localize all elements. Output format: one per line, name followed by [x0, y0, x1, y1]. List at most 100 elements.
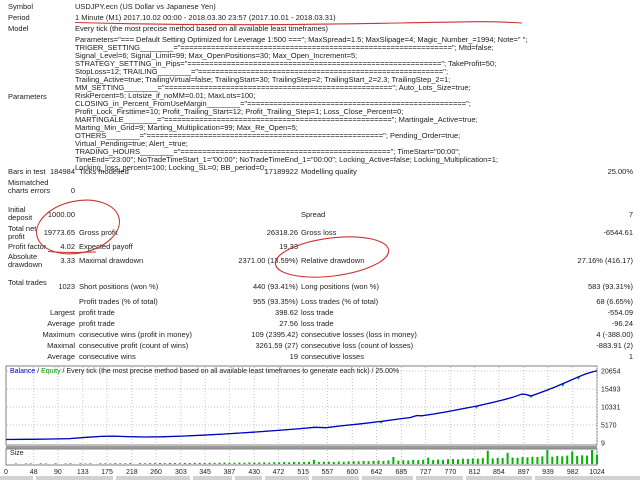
size-bar: [119, 463, 122, 464]
size-bar: [213, 462, 216, 464]
parameter-line: CLOSING_in_Percent_FromUseMargin________…: [75, 100, 471, 108]
stat-value: 109 (2395.42): [251, 330, 298, 339]
stat-rowhead: Average: [47, 352, 75, 361]
x-axis-label: 1024: [589, 469, 605, 476]
stat-value: 19773.65: [43, 228, 75, 237]
size-bar: [531, 456, 534, 464]
parameter-line: Parameters="=== Default Setting Optimize…: [75, 36, 528, 44]
size-bar: [481, 458, 484, 464]
size-bar: [228, 462, 231, 464]
size-bar: [571, 451, 574, 464]
stat-rowhead: Largest: [49, 308, 75, 317]
period-label: Period: [8, 13, 30, 22]
size-bar: [302, 462, 305, 464]
size-bar: [178, 463, 181, 464]
size-bar: [293, 461, 296, 464]
parameter-line: TRIGER_SETTING________="================…: [75, 44, 494, 52]
legend-equity: Equity: [41, 368, 61, 375]
stat-value: 2371.00 (13.59%): [238, 256, 298, 265]
partial-table-header: [0, 476, 33, 480]
size-bar: [193, 462, 196, 464]
parameter-line: OTHERS________="========================…: [75, 132, 461, 140]
stat-value: 583 (93.31%): [587, 282, 633, 291]
x-axis-label: 515: [297, 469, 309, 476]
size-bar: [158, 463, 161, 464]
stat-value: 184984: [49, 167, 75, 176]
stat-label: Modelling quality: [301, 167, 357, 176]
stat-label: Expected payoff: [79, 242, 133, 251]
parameter-line: RiskPercent=5; Lotsize_if_noMM=0.01; Max…: [75, 92, 256, 100]
model-value: Every tick (the most precise method base…: [75, 24, 329, 33]
stat-label: Gross loss: [301, 228, 337, 237]
y-axis-label: 10331: [601, 405, 621, 412]
size-bar: [29, 463, 32, 464]
size-bar: [248, 462, 251, 464]
size-bar: [288, 462, 291, 464]
size-bar: [556, 455, 559, 464]
partial-table-header: [466, 476, 532, 480]
size-bar: [447, 459, 450, 464]
chart-legend: Balance / Equity / Every tick (the most …: [10, 368, 399, 376]
size-bar: [506, 452, 509, 464]
size-bar: [283, 462, 286, 464]
x-axis-label: 727: [420, 469, 432, 476]
size-bar: [427, 457, 430, 464]
stat-label: consecutive loss (count of losses): [301, 341, 414, 350]
size-bar: [437, 459, 440, 464]
parameter-line: Virtual_Pending=true; Alert_=true;: [75, 140, 188, 148]
stat-value: 1000.00: [47, 210, 75, 219]
size-bar: [501, 458, 504, 464]
size-bar: [298, 462, 301, 464]
stat-value: 4.02: [60, 242, 75, 251]
stat-label: Spread: [301, 210, 326, 219]
stat-value: 1023: [58, 282, 75, 291]
model-label: Model: [8, 24, 29, 33]
stat-label: Relative drawdown: [301, 256, 365, 265]
balance-chart: 20654 15493 10331 5170 9 0 48 90 133 175 218 260 303…: [0, 365, 640, 480]
size-bar: [39, 463, 42, 464]
stat-value: 3261.59 (27): [255, 341, 298, 350]
size-bar: [273, 462, 276, 464]
stat-value: 955 (93.35%): [252, 297, 298, 306]
size-bar: [24, 463, 27, 464]
x-axis-label: 854: [493, 469, 505, 476]
x-axis-label: 557: [322, 469, 334, 476]
size-bar: [129, 463, 132, 464]
partial-table-header: [416, 476, 463, 480]
stat-value: 27.56: [279, 319, 298, 328]
size-bar: [307, 461, 310, 464]
stat-label: Short positions (won %): [79, 282, 159, 291]
size-bar: [139, 463, 142, 464]
size-bar: [392, 457, 395, 464]
panel-separator: [6, 446, 597, 449]
size-bar: [566, 455, 569, 464]
size-bar: [591, 450, 594, 464]
size-bar: [432, 460, 435, 464]
size-bar: [258, 462, 261, 464]
stat-label: profit trade: [79, 308, 115, 317]
symbol-value: USDJPY.ecn (US Dollar vs Japanese Yen): [75, 2, 216, 11]
x-axis-label: 345: [199, 469, 211, 476]
y-axis-label: 9: [601, 441, 605, 448]
stat-value: 26318.26: [266, 228, 298, 237]
stat-value: -6544.61: [603, 228, 633, 237]
period-value: 1 Minute (M1) 2017.10.02 00:00 - 2018.03…: [75, 13, 336, 22]
stat-label: consecutive losses (loss in money): [301, 330, 417, 339]
legend-balance: Balance: [10, 368, 36, 375]
x-axis-label: 0: [4, 469, 8, 476]
size-bar: [268, 462, 271, 464]
partial-table-header: [362, 476, 413, 480]
partial-table-header: [265, 476, 309, 480]
x-axis-label: 600: [346, 469, 358, 476]
size-bar: [377, 460, 380, 464]
x-axis-label: 218: [126, 469, 138, 476]
size-bar: [442, 459, 445, 464]
size-bar: [149, 463, 152, 464]
stat-value: -554.09: [607, 308, 633, 317]
stat-value: 25.00%: [607, 167, 633, 176]
size-bar: [402, 460, 405, 464]
size-bar: [367, 461, 370, 464]
stat-label: Long positions (won %): [301, 282, 379, 291]
size-bar: [412, 459, 415, 464]
size-bar: [203, 463, 206, 464]
